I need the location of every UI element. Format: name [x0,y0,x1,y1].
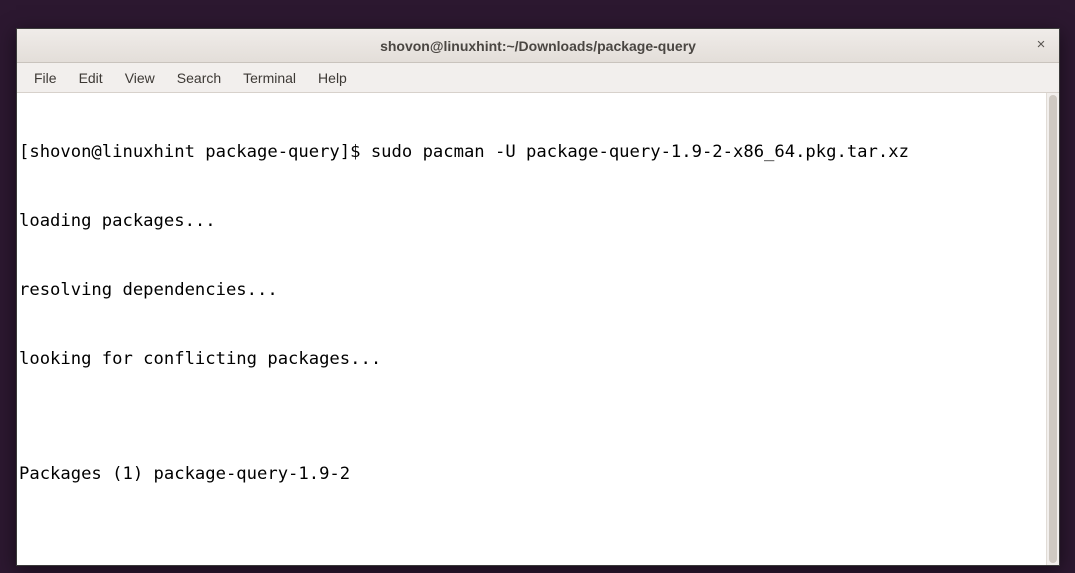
menu-view[interactable]: View [114,65,166,91]
menu-terminal[interactable]: Terminal [232,65,307,91]
output-line: Packages (1) package-query-1.9-2 [19,463,1057,486]
menu-help[interactable]: Help [307,65,358,91]
close-icon[interactable]: × [1033,37,1049,53]
output-line: resolving dependencies... [19,279,1057,302]
output-line: loading packages... [19,210,1057,233]
menubar: File Edit View Search Terminal Help [17,63,1059,93]
titlebar: shovon@linuxhint:~/Downloads/package-que… [17,29,1059,63]
scrollbar-thumb[interactable] [1049,95,1057,563]
menu-edit[interactable]: Edit [68,65,114,91]
command-text: sudo pacman -U package-query-1.9-2-x86_6… [371,142,909,162]
output-line: looking for conflicting packages... [19,348,1057,371]
scrollbar[interactable] [1046,93,1059,565]
window-title: shovon@linuxhint:~/Downloads/package-que… [380,38,696,54]
terminal-window: shovon@linuxhint:~/Downloads/package-que… [16,28,1060,566]
menu-search[interactable]: Search [166,65,232,91]
menu-file[interactable]: File [23,65,68,91]
terminal-area[interactable]: [shovon@linuxhint package-query]$ sudo p… [17,93,1059,565]
prompt: [shovon@linuxhint package-query]$ [19,142,371,162]
